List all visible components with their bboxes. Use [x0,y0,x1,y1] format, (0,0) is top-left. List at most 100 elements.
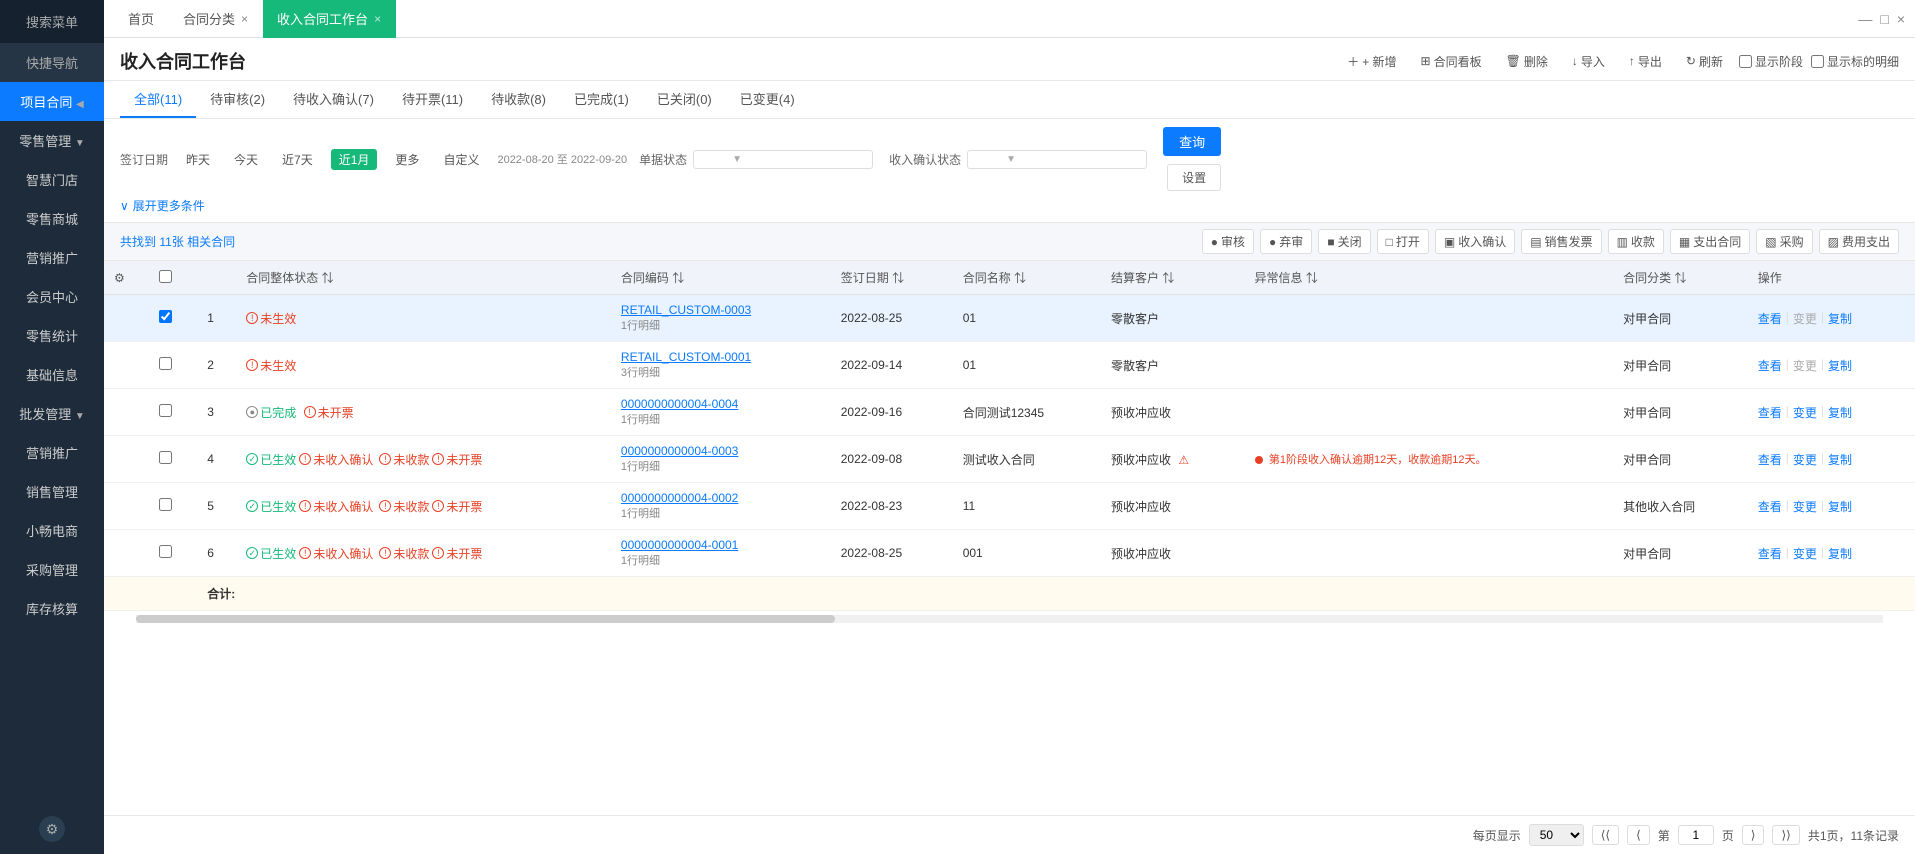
view-link-2[interactable]: 查看 [1758,357,1782,374]
sidebar-item-base-info[interactable]: 基础信息 [0,355,104,394]
sidebar-item-retail-stats[interactable]: 零售统计 [0,316,104,355]
copy-link-4[interactable]: 复制 [1828,451,1852,468]
last-page-btn[interactable]: ⟩⟩ [1772,825,1799,845]
sidebar-settings[interactable]: ⚙ [0,804,104,854]
row-checkbox[interactable] [149,389,197,436]
toolbar-collect-btn[interactable]: ▥ 收款 [1608,229,1664,254]
sidebar-search[interactable]: 搜索菜单 [0,0,104,43]
expand-more-conditions[interactable]: ∨ 展开更多条件 [120,197,1899,214]
row-checkbox[interactable] [149,483,197,530]
refresh-button[interactable]: ↻ 刷新 [1678,49,1731,74]
sidebar-item-marketing2[interactable]: 营销推广 [0,433,104,472]
col-category[interactable]: 合同分类 ⇅ [1613,261,1748,295]
toolbar-audit-btn[interactable]: ● 审核 [1202,229,1254,254]
date-btn-7days[interactable]: 近7天 [276,149,319,170]
row-checkbox[interactable] [149,295,197,342]
page-size-select[interactable]: 50 100 200 [1529,824,1584,846]
sidebar-item-smart-store[interactable]: 智慧门店 [0,160,104,199]
tab-contract-cat[interactable]: 合同分类 × [169,0,263,38]
new-button[interactable]: ＋ + 新增 [1339,49,1404,74]
sub-tab-completed[interactable]: 已完成(1) [560,81,643,118]
show-details-checkbox-label[interactable]: 显示标的明细 [1811,53,1899,70]
view-link-4[interactable]: 查看 [1758,451,1782,468]
date-btn-more[interactable]: 更多 [389,149,425,170]
col-code[interactable]: 合同编码 ⇅ [611,261,831,295]
sidebar-item-xiaochange[interactable]: 小畅电商 [0,511,104,550]
tab-home[interactable]: 首页 [114,0,169,38]
toolbar-pay-contract-btn[interactable]: ▦ 支出合同 [1670,229,1750,254]
window-maximize-btn[interactable]: □ [1880,11,1888,27]
contract-code-link-3[interactable]: 0000000000004-0004 [621,397,738,411]
change-link-3[interactable]: 变更 [1793,404,1817,421]
view-link-6[interactable]: 查看 [1758,545,1782,562]
col-name[interactable]: 合同名称 ⇅ [953,261,1101,295]
first-page-btn[interactable]: ⟨⟨ [1592,825,1619,845]
contract-code-link-5[interactable]: 0000000000004-0002 [621,491,738,505]
copy-link-5[interactable]: 复制 [1828,498,1852,515]
view-link-3[interactable]: 查看 [1758,404,1782,421]
toolbar-close-btn[interactable]: ■ 关闭 [1318,229,1370,254]
change-link-5[interactable]: 变更 [1793,498,1817,515]
sidebar-item-inventory[interactable]: 库存核算 [0,589,104,628]
page-number-input[interactable] [1678,825,1714,845]
select-all-checkbox[interactable] [159,270,172,283]
col-checkbox[interactable] [149,261,197,295]
sub-tab-closed[interactable]: 已关闭(0) [643,81,726,118]
sidebar-item-retail[interactable]: 零售管理 ▼ [0,121,104,160]
copy-link-2[interactable]: 复制 [1828,357,1852,374]
col-settings[interactable]: ⚙ [104,261,149,295]
sub-tab-pending-invoice[interactable]: 待开票(11) [388,81,477,118]
window-close-btn[interactable]: × [1897,11,1905,27]
sidebar-item-project[interactable]: 项目合同 ◀ [0,82,104,121]
query-button[interactable]: 查询 [1163,127,1221,156]
view-link[interactable]: 查看 [1758,310,1782,327]
set-button[interactable]: 设置 [1167,164,1221,191]
show-details-checkbox[interactable] [1811,55,1824,68]
toolbar-sales-invoice-btn[interactable]: ▤ 销售发票 [1521,229,1601,254]
horizontal-scrollbar[interactable] [136,615,1883,623]
customer-warning-icon[interactable]: ⚠ [1178,453,1189,467]
copy-link-3[interactable]: 复制 [1828,404,1852,421]
col-customer[interactable]: 结算客户 ⇅ [1101,261,1245,295]
col-sign-date[interactable]: 签订日期 ⇅ [831,261,953,295]
export-button[interactable]: ↑ 导出 [1621,49,1670,74]
sidebar-item-member[interactable]: 会员中心 [0,277,104,316]
sidebar-item-retail-mall[interactable]: 零售商城 [0,199,104,238]
row-checkbox[interactable] [149,530,197,577]
tab-close-income-contract[interactable]: × [374,12,381,26]
view-link-5[interactable]: 查看 [1758,498,1782,515]
contract-code-link[interactable]: RETAIL_CUSTOM-0003 [621,303,751,317]
sub-tab-all[interactable]: 全部(11) [120,81,196,118]
toolbar-income-confirm-btn[interactable]: ▣ 收入确认 [1435,229,1515,254]
sidebar-item-purchase[interactable]: 采购管理 [0,550,104,589]
sub-tab-pending-audit[interactable]: 待审核(2) [196,81,279,118]
sub-tab-changed[interactable]: 已变更(4) [726,81,809,118]
tab-income-contract[interactable]: 收入合同工作台 × [263,0,396,38]
date-btn-yesterday[interactable]: 昨天 [180,149,216,170]
delete-button[interactable]: 🗑 删除 [1498,49,1556,74]
toolbar-purchase-btn[interactable]: ▧ 采购 [1756,229,1812,254]
col-status[interactable]: 合同整体状态 ⇅ [236,261,611,295]
income-confirm-select[interactable]: ▼ [967,150,1147,169]
date-btn-1month[interactable]: 近1月 [331,149,378,170]
window-minimize-btn[interactable]: — [1858,11,1872,27]
contract-code-link-2[interactable]: RETAIL_CUSTOM-0001 [621,350,751,364]
col-error[interactable]: 异常信息 ⇅ [1245,261,1614,295]
sub-tab-pending-payment[interactable]: 待收款(8) [477,81,560,118]
sidebar-item-wholesale[interactable]: 批发管理 ▼ [0,394,104,433]
show-stages-checkbox[interactable] [1739,55,1752,68]
row-checkbox[interactable] [149,436,197,483]
copy-link[interactable]: 复制 [1828,310,1852,327]
copy-link-6[interactable]: 复制 [1828,545,1852,562]
contract-code-link-4[interactable]: 0000000000004-0003 [621,444,738,458]
toolbar-open-btn[interactable]: □ 打开 [1377,229,1429,254]
date-btn-custom[interactable]: 自定义 [437,149,485,170]
prev-page-btn[interactable]: ⟨ [1627,825,1650,845]
toolbar-abandon-btn[interactable]: ● 弃审 [1260,229,1312,254]
row-checkbox[interactable] [149,342,197,389]
tab-close-contract-cat[interactable]: × [241,12,248,26]
import-button[interactable]: ↓ 导入 [1564,49,1613,74]
sidebar-quick-nav[interactable]: 快捷导航 [0,43,104,82]
show-stages-checkbox-label[interactable]: 显示阶段 [1739,53,1803,70]
change-link-6[interactable]: 变更 [1793,545,1817,562]
